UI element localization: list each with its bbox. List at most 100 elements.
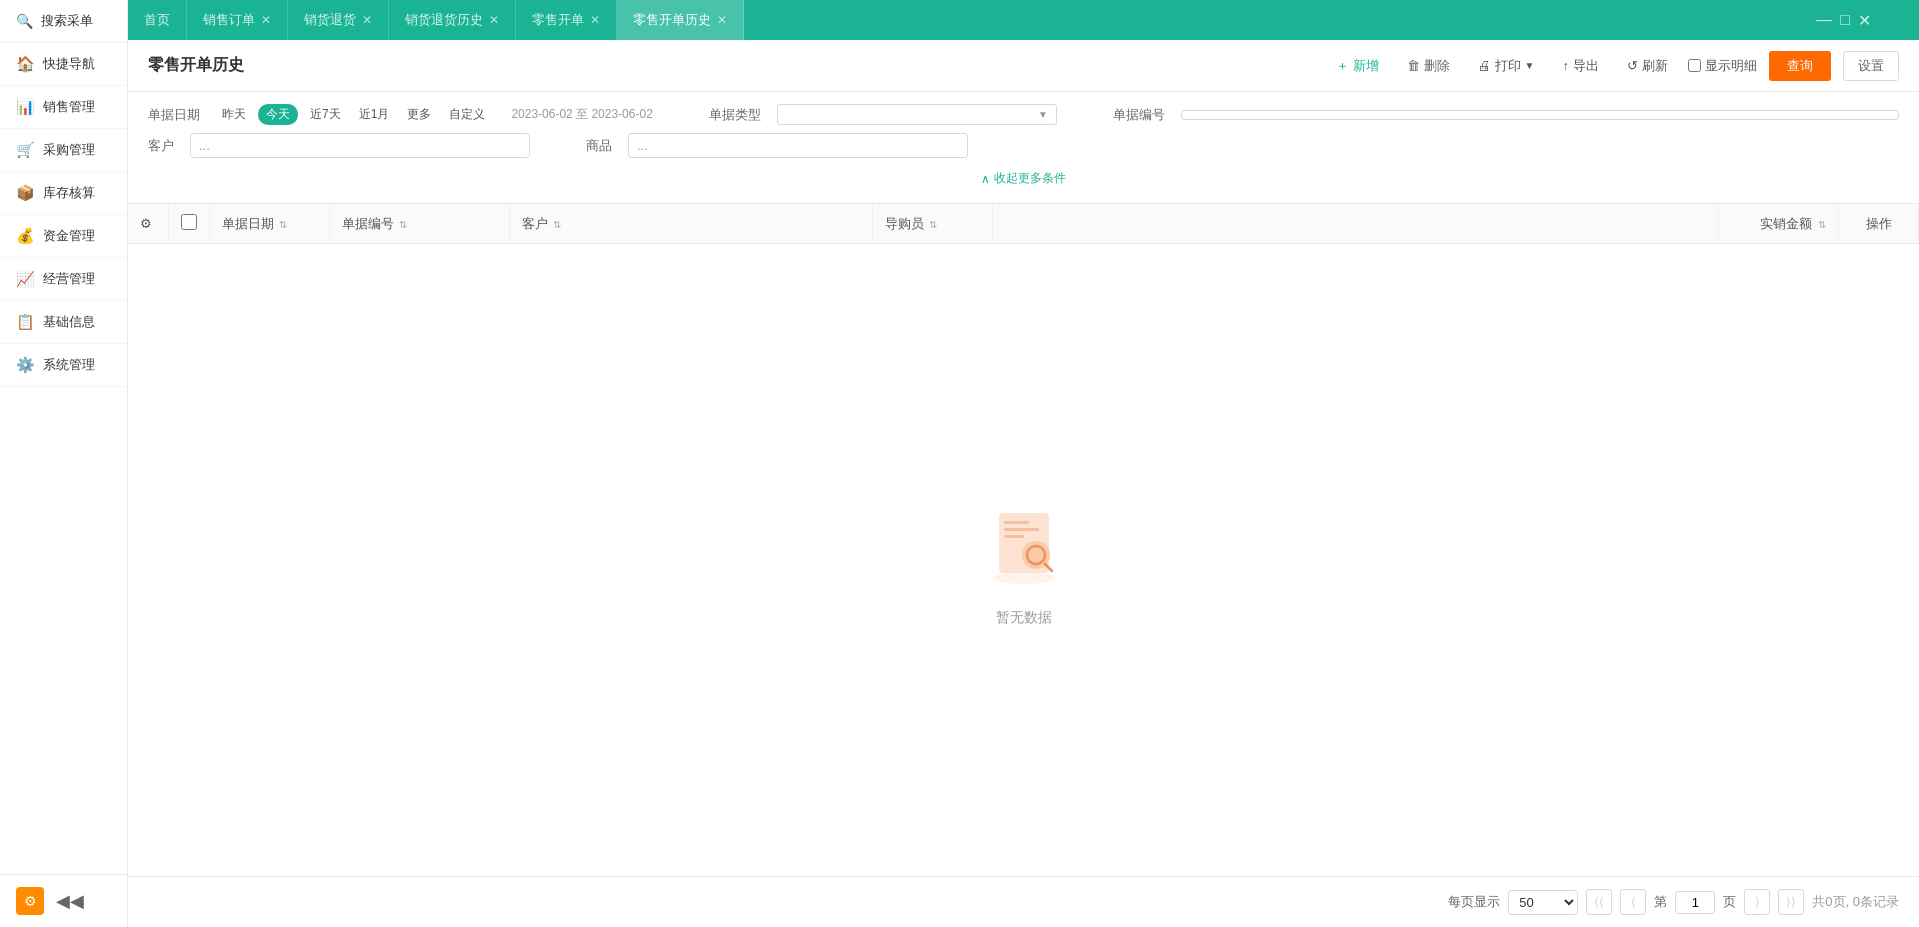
tab-retail-open[interactable]: 零售开单 ✕	[516, 0, 617, 40]
maximize-icon[interactable]: □	[1840, 11, 1850, 29]
date-opt-yesterday[interactable]: 昨天	[216, 104, 252, 125]
tab-sales-return-close[interactable]: ✕	[362, 14, 372, 26]
collapse-sidebar-button[interactable]: ◀◀	[56, 890, 84, 912]
customer-filter-label: 客户	[148, 137, 174, 155]
sidebar-item-sales-mgmt[interactable]: 📊 销售管理	[0, 86, 127, 129]
number-filter-input[interactable]	[1181, 110, 1899, 120]
refresh-label: 刷新	[1642, 57, 1668, 75]
cart-icon: 🛒	[16, 141, 35, 159]
th-date-label: 单据日期	[222, 216, 274, 231]
date-opt-7days[interactable]: 近7天	[304, 104, 347, 125]
pagination-total: 共0页, 0条记录	[1812, 893, 1899, 911]
sidebar-item-purchase-mgmt[interactable]: 🛒 采购管理	[0, 129, 127, 172]
display-detail-check[interactable]	[1688, 59, 1701, 72]
per-page-select[interactable]: 50 10 20 100	[1508, 890, 1578, 915]
collapse-filters-button[interactable]: ∧ 收起更多条件	[148, 166, 1899, 191]
chart-icon: 📊	[16, 98, 35, 116]
first-page-button[interactable]: ⟨⟨	[1586, 889, 1612, 915]
sidebar-item-label: 采购管理	[43, 141, 95, 159]
chevron-down-icon: ▼	[1038, 109, 1048, 120]
sidebar-footer: ⚙ ◀◀	[0, 874, 127, 927]
settings-button[interactable]: ⚙	[16, 887, 44, 915]
tab-sales-return-history-close[interactable]: ✕	[489, 14, 499, 26]
date-opt-today[interactable]: 今天	[258, 104, 298, 125]
th-action-label: 操作	[1866, 216, 1892, 231]
tab-sales-order[interactable]: 销售订单 ✕	[187, 0, 288, 40]
print-label: 打印	[1495, 57, 1521, 75]
number-filter-label: 单据编号	[1113, 106, 1165, 124]
tab-sales-order-close[interactable]: ✕	[261, 14, 271, 26]
th-settings: ⚙	[128, 204, 168, 244]
trash-icon: 🗑	[1407, 58, 1420, 73]
svg-rect-2	[1004, 521, 1029, 524]
table-settings-icon[interactable]: ⚙	[140, 216, 152, 231]
delete-label: 删除	[1424, 57, 1450, 75]
sidebar-item-label: 经营管理	[43, 270, 95, 288]
tab-bar-controls: — □ ✕	[1816, 11, 1879, 30]
sidebar-item-quick-nav[interactable]: 🏠 快捷导航	[0, 43, 127, 86]
display-detail-label: 显示明细	[1705, 57, 1757, 75]
query-button[interactable]: 查询	[1769, 51, 1831, 81]
tab-retail-open-history-close[interactable]: ✕	[717, 14, 727, 26]
minimize-icon[interactable]: —	[1816, 11, 1832, 29]
doc-icon: 📋	[16, 313, 35, 331]
display-detail-checkbox[interactable]: 显示明细	[1688, 57, 1757, 75]
select-all-checkbox[interactable]	[181, 214, 197, 230]
delete-button[interactable]: 🗑 删除	[1399, 53, 1458, 79]
sidebar-item-finance-mgmt[interactable]: 💰 资金管理	[0, 215, 127, 258]
goods-filter-input[interactable]: ...	[628, 133, 968, 158]
sidebar-item-basic-info[interactable]: 📋 基础信息	[0, 301, 127, 344]
sort-amount-icon[interactable]: ⇅	[1818, 219, 1826, 230]
page-title: 零售开单历史	[148, 55, 244, 76]
sort-number-icon[interactable]: ⇅	[399, 219, 407, 230]
date-opt-custom[interactable]: 自定义	[443, 104, 491, 125]
export-icon: ↑	[1563, 58, 1570, 73]
th-checkbox	[168, 204, 209, 244]
close-window-icon[interactable]: ✕	[1858, 11, 1871, 30]
sidebar-item-system-mgmt[interactable]: ⚙️ 系统管理	[0, 344, 127, 387]
gear-icon: ⚙	[24, 893, 37, 909]
goods-filter-label: 商品	[586, 137, 612, 155]
export-button[interactable]: ↑ 导出	[1555, 53, 1608, 79]
sidebar-item-operation-mgmt[interactable]: 📈 经营管理	[0, 258, 127, 301]
tab-sales-return[interactable]: 销货退货 ✕	[288, 0, 389, 40]
prev-page-button[interactable]: ⟨	[1620, 889, 1646, 915]
refresh-button[interactable]: ↺ 刷新	[1619, 53, 1676, 79]
sort-date-icon[interactable]: ⇅	[279, 219, 287, 230]
th-extra-cols	[992, 204, 1718, 244]
print-button[interactable]: 🖨 打印 ▼	[1470, 53, 1543, 79]
sidebar-item-inventory[interactable]: 📦 库存核算	[0, 172, 127, 215]
box-icon: 📦	[16, 184, 35, 202]
sort-customer-icon[interactable]: ⇅	[553, 219, 561, 230]
th-salesperson: 导购员 ⇅	[872, 204, 992, 244]
type-filter-label: 单据类型	[709, 106, 761, 124]
tab-sales-return-history[interactable]: 销货退货历史 ✕	[389, 0, 516, 40]
tab-retail-open-close[interactable]: ✕	[590, 14, 600, 26]
tab-bar: 首页 销售订单 ✕ 销货退货 ✕ 销货退货历史 ✕ 零售开单 ✕ 零售开单历史 …	[128, 0, 1919, 40]
export-label: 导出	[1573, 57, 1599, 75]
sidebar-search[interactable]: 🔍 搜索采单	[0, 0, 127, 43]
tab-retail-open-history[interactable]: 零售开单历史 ✕	[617, 0, 744, 40]
page-number-input[interactable]	[1675, 891, 1715, 914]
next-page-button[interactable]: ⟩	[1744, 889, 1770, 915]
th-number-label: 单据编号	[342, 216, 394, 231]
type-filter-select[interactable]: ▼	[777, 104, 1057, 125]
th-customer: 客户 ⇅	[509, 204, 872, 244]
sort-salesperson-icon[interactable]: ⇅	[929, 219, 937, 230]
sidebar-item-label: 库存核算	[43, 184, 95, 202]
date-opt-1month[interactable]: 近1月	[353, 104, 396, 125]
last-page-button[interactable]: ⟩⟩	[1778, 889, 1804, 915]
tab-home-label: 首页	[144, 11, 170, 29]
filter-row-1: 单据日期 昨天 今天 近7天 近1月 更多 自定义 2023-06-02 至 2…	[148, 104, 1899, 125]
new-button[interactable]: ＋ 新增	[1328, 53, 1387, 79]
plus-icon: ＋	[1336, 57, 1349, 75]
sidebar-item-label: 系统管理	[43, 356, 95, 374]
tab-home[interactable]: 首页	[128, 0, 187, 40]
date-opt-more[interactable]: 更多	[401, 104, 437, 125]
setting-button[interactable]: 设置	[1843, 51, 1899, 81]
empty-text: 暂无数据	[996, 609, 1052, 627]
customer-filter-input[interactable]: ...	[190, 133, 530, 158]
page-header: 零售开单历史 ＋ 新增 🗑 删除 🖨 打印 ▼ ↑ 导出 ↺ 刷新	[128, 40, 1919, 92]
sidebar-item-label: 快捷导航	[43, 55, 95, 73]
page-label: 页	[1723, 893, 1736, 911]
